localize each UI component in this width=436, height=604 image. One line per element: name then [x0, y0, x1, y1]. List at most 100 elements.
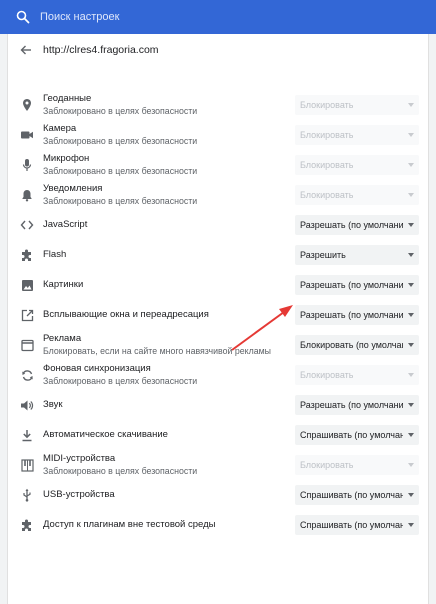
permission-title: USB-устройства [43, 489, 115, 500]
chevron-down-icon [408, 343, 414, 347]
permission-title: MIDI-устройства [43, 453, 116, 464]
permission-title: Реклама [43, 333, 82, 344]
site-url: http://clres4.fragoria.com [43, 44, 159, 56]
open-in-new-icon [20, 308, 34, 322]
permission-select: Блокировать [295, 455, 419, 475]
puzzle-piece-icon [20, 518, 34, 532]
permission-select[interactable]: Спрашивать (по умолчанию) [295, 485, 419, 505]
permission-select-value: Разрешать (по умолчанию) [300, 310, 403, 320]
permission-select[interactable]: Спрашивать (по умолчанию) [295, 515, 419, 535]
ad-window-icon [20, 338, 34, 352]
permission-select: Блокировать [295, 125, 419, 145]
permission-row: USB-устройства Спрашивать (по умолчанию) [8, 480, 428, 510]
back-arrow-icon[interactable] [19, 43, 33, 57]
permission-row: Фоновая синхронизация Заблокировано в цел… [8, 360, 428, 390]
permission-select-value: Разрешать (по умолчанию) [300, 400, 403, 410]
chevron-down-icon [408, 133, 414, 137]
permission-select-value: Блокировать [300, 370, 354, 380]
search-input[interactable]: Поиск настроек [40, 11, 119, 23]
permission-select[interactable]: Разрешить [295, 245, 419, 265]
permission-subtitle: Блокировать, если на сайте много навязчи… [43, 346, 271, 356]
permission-select-value: Разрешать (по умолчанию) [300, 220, 403, 230]
chevron-down-icon [408, 403, 414, 407]
chevron-down-icon [408, 313, 414, 317]
search-icon [16, 10, 30, 24]
permission-select[interactable]: Спрашивать (по умолчанию) [295, 425, 419, 445]
usb-icon [20, 488, 34, 502]
permission-text: Фоновая синхронизация Заблокировано в цел… [43, 360, 197, 390]
permission-select-value: Спрашивать (по умолчанию) [300, 490, 403, 500]
site-header: http://clres4.fragoria.com [8, 34, 428, 66]
download-icon [20, 428, 34, 442]
site-settings-card: http://clres4.fragoria.com Геоданные Забл… [7, 34, 429, 604]
permission-subtitle: Заблокировано в целях безопасности [43, 166, 198, 176]
permission-row: Доступ к плагинам вне тестовой среды Спра… [8, 510, 428, 540]
permission-row: Микрофон Заблокировано в целях безопаснос… [8, 150, 428, 180]
permission-title: Доступ к плагинам вне тестовой среды [43, 519, 216, 530]
permission-select-value: Блокировать [300, 190, 354, 200]
chevron-down-icon [408, 283, 414, 287]
permission-text: MIDI-устройства Заблокировано в целях без… [43, 450, 197, 480]
permission-subtitle: Заблокировано в целях безопасности [43, 106, 198, 116]
sync-icon [20, 368, 34, 382]
permission-select-value: Блокировать (по умолчанию) [300, 340, 403, 350]
permission-row: Камера Заблокировано в целях безопасности… [8, 120, 428, 150]
chevron-down-icon [408, 163, 414, 167]
permission-title: Геоданные [43, 93, 92, 104]
permission-row: Звук Разрешать (по умолчанию) [8, 390, 428, 420]
permission-title: JavaScript [43, 219, 88, 230]
permission-select[interactable]: Разрешать (по умолчанию) [295, 395, 419, 415]
permission-select-value: Спрашивать (по умолчанию) [300, 430, 403, 440]
chevron-down-icon [408, 253, 414, 257]
permission-row: Flash Разрешить [8, 240, 428, 270]
permission-text: Flash [43, 240, 66, 270]
permission-select: Блокировать [295, 185, 419, 205]
permission-select[interactable]: Блокировать (по умолчанию) [295, 335, 419, 355]
permission-row: Всплывающие окна и переадресация Разрешат… [8, 300, 428, 330]
permission-subtitle: Заблокировано в целях безопасности [43, 466, 198, 476]
piano-keys-icon [20, 458, 34, 472]
permission-row: Геоданные Заблокировано в целях безопасно… [8, 90, 428, 120]
permission-select[interactable]: Разрешать (по умолчанию) [295, 305, 419, 325]
permission-text: Всплывающие окна и переадресация [43, 300, 209, 330]
permission-row: Автоматическое скачивание Спрашивать (по … [8, 420, 428, 450]
permission-text: Доступ к плагинам вне тестовой среды [43, 510, 215, 540]
speaker-icon [20, 398, 34, 412]
permission-title: Фоновая синхронизация [43, 363, 151, 374]
permission-text: Картинки [43, 270, 83, 300]
microphone-icon [20, 158, 34, 172]
chevron-down-icon [408, 493, 414, 497]
permission-select[interactable]: Разрешать (по умолчанию) [295, 275, 419, 295]
permission-title: Микрофон [43, 153, 90, 164]
chevron-down-icon [408, 523, 414, 527]
permission-select[interactable]: Разрешать (по умолчанию) [295, 215, 419, 235]
chevron-down-icon [408, 193, 414, 197]
permission-select-value: Разрешить [300, 250, 346, 260]
permission-title: Камера [43, 123, 77, 134]
permission-select-value: Спрашивать (по умолчанию) [300, 520, 403, 530]
settings-search-bar[interactable]: Поиск настроек [0, 0, 436, 34]
permission-select: Блокировать [295, 155, 419, 175]
permission-text: Реклама Блокировать, если на сайте много … [43, 330, 271, 360]
permission-row: MIDI-устройства Заблокировано в целях без… [8, 450, 428, 480]
permission-select-value: Блокировать [300, 100, 354, 110]
permission-text: Геоданные Заблокировано в целях безопасно… [43, 90, 197, 120]
permission-select-value: Блокировать [300, 160, 354, 170]
image-icon [20, 278, 34, 292]
permission-text: Звук [43, 390, 62, 420]
permission-select-value: Блокировать [300, 460, 354, 470]
permission-select: Блокировать [295, 365, 419, 385]
permission-select: Блокировать [295, 95, 419, 115]
permission-title: Звук [43, 399, 63, 410]
permission-subtitle: Заблокировано в целях безопасности [43, 136, 198, 146]
permission-text: USB-устройства [43, 480, 115, 510]
chevron-down-icon [408, 223, 414, 227]
chevron-down-icon [408, 103, 414, 107]
permission-text: Камера Заблокировано в целях безопасности [43, 120, 197, 150]
permission-subtitle: Заблокировано в целях безопасности [43, 196, 198, 206]
puzzle-piece-icon [20, 248, 34, 262]
code-brackets-icon [20, 218, 34, 232]
permission-text: JavaScript [43, 210, 87, 240]
permission-title: Flash [43, 249, 67, 260]
permission-row: JavaScript Разрешать (по умолчанию) [8, 210, 428, 240]
